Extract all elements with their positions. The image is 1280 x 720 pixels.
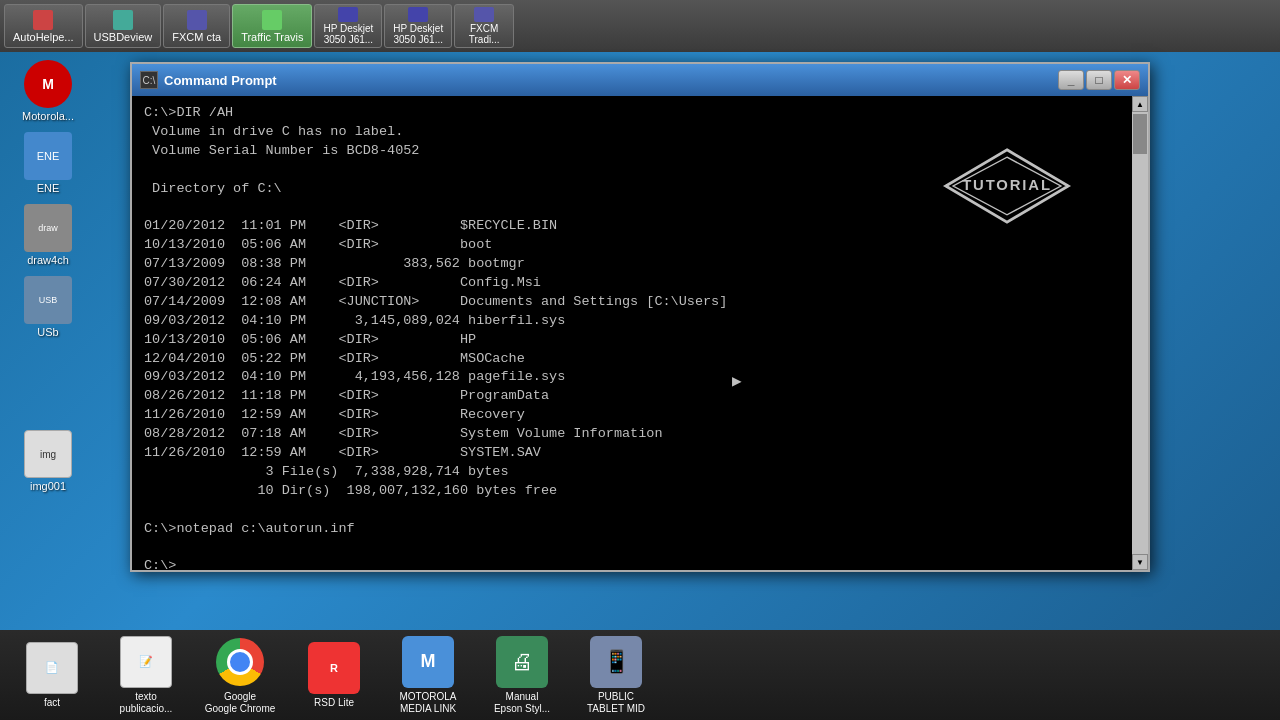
fact-icon: 📄	[26, 642, 78, 694]
taskbar-btn-autohelpeu[interactable]: AutoHelpe...	[4, 4, 83, 48]
desktop-icons-left: M Motorola... ENE ENE draw draw4ch USB U…	[8, 60, 88, 338]
hp2-icon	[408, 7, 428, 22]
cmd-window: C:\ Command Prompt _ □ ✕ TUTORIAL C:\>DI…	[130, 62, 1150, 572]
cmd-titlebar: C:\ Command Prompt _ □ ✕	[132, 64, 1148, 96]
mouse-cursor: ▶	[732, 371, 742, 393]
taskbar-btn-fxcm-cta[interactable]: FXCM cta	[163, 4, 230, 48]
svg-text:TUTORIAL: TUTORIAL	[962, 177, 1052, 193]
bottom-icon-google-chrome[interactable]: GoogleGoogle Chrome	[196, 636, 284, 715]
public-tablet-icon: 📱	[590, 636, 642, 688]
bottom-icon-manual-epson[interactable]: 🖨 ManualEpson Styl...	[478, 636, 566, 715]
desktop-icon-ene[interactable]: ENE ENE	[8, 132, 88, 194]
cmd-content: TUTORIAL C:\>DIR /AH Volume in drive C h…	[132, 96, 1148, 570]
taskbar-btn-hp2[interactable]: HP Deskjet3050 J61...	[384, 4, 452, 48]
window-controls: _ □ ✕	[1058, 70, 1140, 90]
fxcm-cta-icon	[187, 10, 207, 30]
hp1-icon	[338, 7, 358, 22]
cmd-line-dir: C:\>DIR /AH Volume in drive C has no lab…	[144, 105, 727, 570]
tutorial-diamond-svg: TUTORIAL	[942, 143, 1072, 229]
motorola-icon: M	[24, 60, 72, 108]
desktop-icon-img001[interactable]: img img001	[8, 430, 88, 492]
tutorial-badge: TUTORIAL	[942, 146, 1072, 226]
cmd-output[interactable]: TUTORIAL C:\>DIR /AH Volume in drive C h…	[132, 96, 1132, 570]
scroll-down-button[interactable]: ▼	[1132, 554, 1148, 570]
autohelpeu-icon	[33, 10, 53, 30]
taskbar-bottom: 📄 fact 📝 textopublicacio... GoogleGoogle…	[0, 630, 1280, 720]
desktop-icon-motorola[interactable]: M Motorola...	[8, 60, 88, 122]
maximize-button[interactable]: □	[1086, 70, 1112, 90]
scroll-up-button[interactable]: ▲	[1132, 96, 1148, 112]
desktop: AutoHelpe... USBDeview FXCM cta Traffic …	[0, 0, 1280, 720]
taskbar-btn-usbdeview[interactable]: USBDeview	[85, 4, 162, 48]
chrome-icon	[214, 636, 266, 688]
desktop-icon-draw4ch[interactable]: draw draw4ch	[8, 204, 88, 266]
cmd-title-text: Command Prompt	[164, 73, 1058, 88]
bottom-icon-public-tablet[interactable]: 📱 PUBLICTABLET MID	[572, 636, 660, 715]
taskbar-btn-traffic-travis[interactable]: Traffic Travis	[232, 4, 312, 48]
bottom-icon-fact[interactable]: 📄 fact	[8, 642, 96, 709]
chrome-icon-shape	[216, 638, 264, 686]
bottom-icon-rsd-lite[interactable]: R RSD Lite	[290, 642, 378, 709]
usb-icon: USB	[24, 276, 72, 324]
ene-icon: ENE	[24, 132, 72, 180]
cmd-scrollbar[interactable]: ▲ ▼	[1132, 96, 1148, 570]
bottom-icon-texto[interactable]: 📝 textopublicacio...	[102, 636, 190, 715]
img001-icon: img	[24, 430, 72, 478]
draw4ch-icon: draw	[24, 204, 72, 252]
usbdeview-icon	[113, 10, 133, 30]
taskbar-btn-hp1[interactable]: HP Deskjet3050 J61...	[314, 4, 382, 48]
traffic-travis-icon	[262, 10, 282, 30]
fxcm-tradi-icon	[474, 7, 494, 22]
taskbar-top: AutoHelpe... USBDeview FXCM cta Traffic …	[0, 0, 1280, 52]
rsd-icon: R	[308, 642, 360, 694]
taskbar-btn-fxcm-tradi[interactable]: FXCMTradi...	[454, 4, 514, 48]
desktop-icons-lower: img img001	[8, 430, 88, 492]
motorola-media-icon: M	[402, 636, 454, 688]
minimize-button[interactable]: _	[1058, 70, 1084, 90]
close-button[interactable]: ✕	[1114, 70, 1140, 90]
manual-epson-icon: 🖨	[496, 636, 548, 688]
bottom-icon-motorola-media[interactable]: M MOTOROLAMEDIA LINK	[384, 636, 472, 715]
cmd-title-icon: C:\	[140, 71, 158, 89]
texto-icon: 📝	[120, 636, 172, 688]
desktop-icon-usb[interactable]: USB USb	[8, 276, 88, 338]
scrollbar-thumb[interactable]	[1133, 114, 1147, 154]
